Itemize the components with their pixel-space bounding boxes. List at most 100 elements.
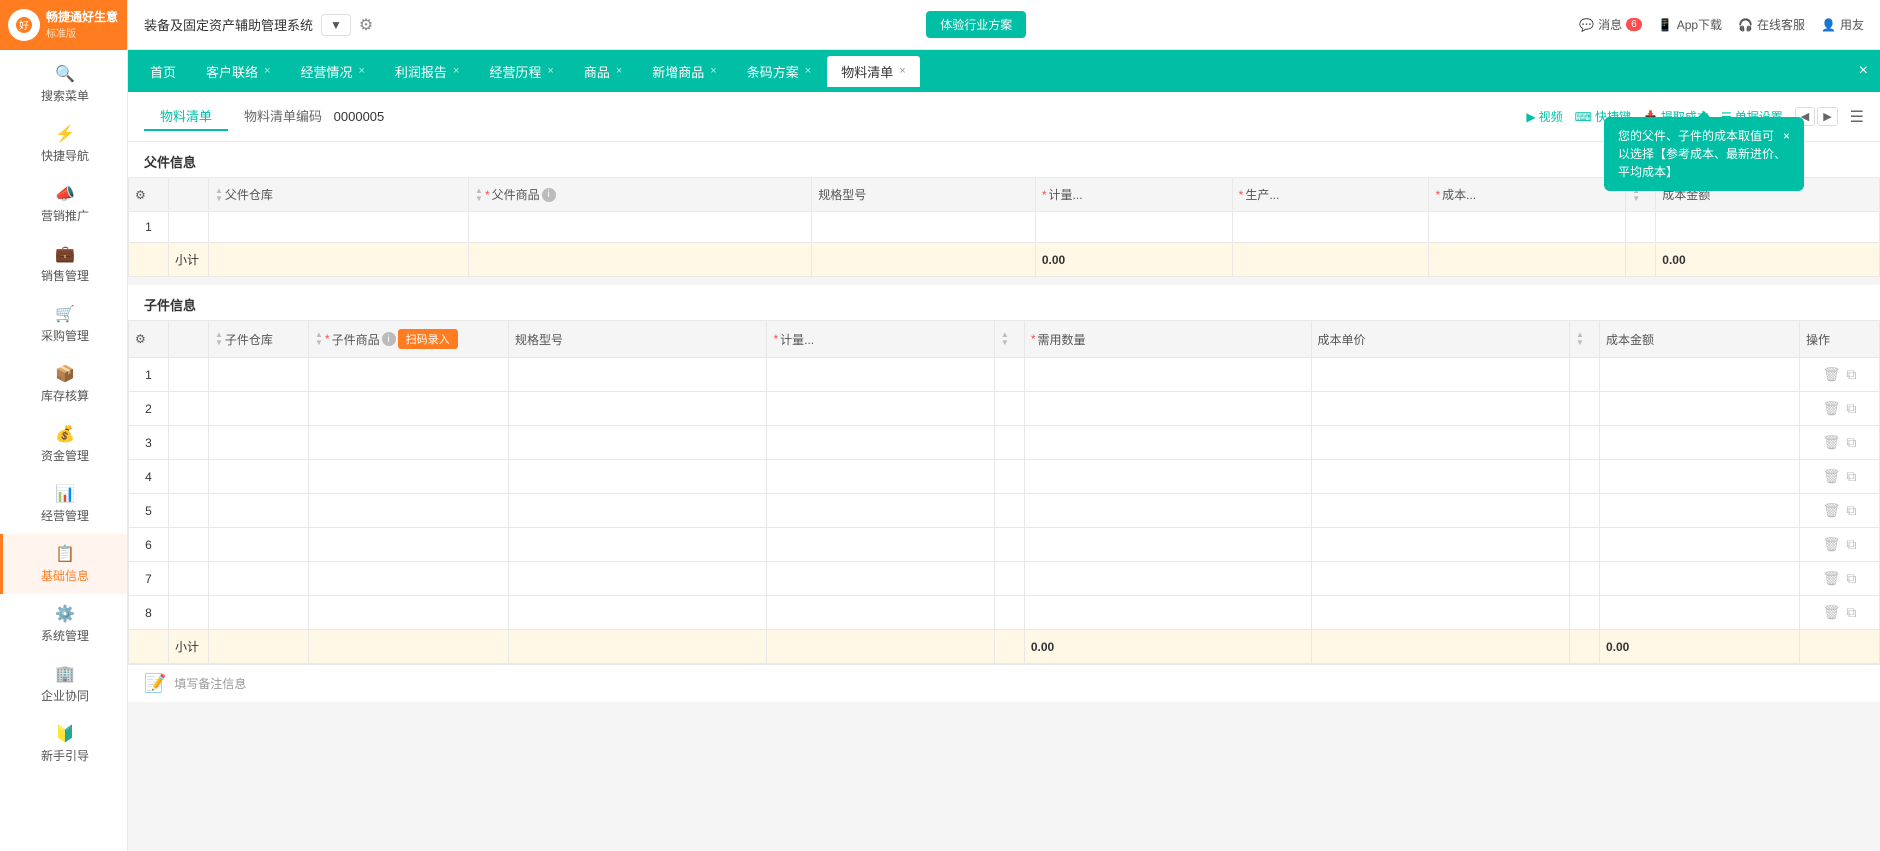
- child-row-6-unit[interactable]: [767, 528, 994, 562]
- child-row-3-unit-cost[interactable]: [1311, 426, 1569, 460]
- sidebar-item-system[interactable]: ⚙️ 系统管理: [0, 594, 127, 654]
- delete-icon-2[interactable]: 🗑: [1823, 400, 1841, 417]
- tab-products[interactable]: 商品 ×: [570, 56, 636, 87]
- parent-row-1-spec[interactable]: [812, 212, 1036, 243]
- sidebar-item-sales[interactable]: 💼 销售管理: [0, 234, 127, 294]
- child-row-6-product[interactable]: [309, 528, 509, 562]
- child-row-6-spec[interactable]: [509, 528, 767, 562]
- tab-new-products[interactable]: 新增商品 ×: [638, 56, 730, 87]
- delete-icon-6[interactable]: 🗑: [1823, 536, 1841, 553]
- child-row-8-unit[interactable]: [767, 596, 994, 630]
- child-row-2-unit[interactable]: [767, 392, 994, 426]
- tab-history-close[interactable]: ×: [547, 65, 553, 77]
- child-row-8-qty[interactable]: [1024, 596, 1311, 630]
- child-gear-icon[interactable]: ⚙: [135, 332, 146, 346]
- message-item[interactable]: 💬 消息 6: [1579, 16, 1642, 33]
- child-row-3-warehouse[interactable]: [209, 426, 309, 460]
- sidebar-item-basic-info[interactable]: 📋 基础信息: [0, 534, 127, 594]
- scan-button[interactable]: 扫码录入: [398, 329, 458, 349]
- sidebar-item-guide[interactable]: 🔰 新手引导: [0, 714, 127, 774]
- tab-products-close[interactable]: ×: [616, 65, 622, 77]
- child-row-4-qty[interactable]: [1024, 460, 1311, 494]
- online-service-item[interactable]: 🎧 在线客服: [1738, 16, 1805, 33]
- sidebar-item-operations[interactable]: 📊 经营管理: [0, 474, 127, 534]
- sidebar-item-inventory[interactable]: 📦 库存核算: [0, 354, 127, 414]
- tab-profit-close[interactable]: ×: [453, 65, 459, 77]
- system-select[interactable]: ▼: [321, 14, 351, 36]
- sidebar-item-search[interactable]: 🔍 搜索菜单: [0, 54, 127, 114]
- delete-icon-3[interactable]: 🗑: [1823, 434, 1841, 451]
- tab-bom[interactable]: 物料清单 ×: [827, 56, 919, 87]
- child-row-8-spec[interactable]: [509, 596, 767, 630]
- child-row-5-spec[interactable]: [509, 494, 767, 528]
- tab-barcode[interactable]: 条码方案 ×: [733, 56, 825, 87]
- delete-icon-8[interactable]: 🗑: [1823, 604, 1841, 621]
- tab-new-products-close[interactable]: ×: [710, 65, 716, 77]
- child-row-1-product[interactable]: [309, 358, 509, 392]
- copy-icon-7[interactable]: ⧉: [1846, 570, 1856, 587]
- gear-icon[interactable]: ⚙: [359, 15, 373, 35]
- child-row-6-qty[interactable]: [1024, 528, 1311, 562]
- child-row-3-spec[interactable]: [509, 426, 767, 460]
- delete-icon-1[interactable]: 🗑: [1823, 366, 1841, 383]
- list-view-icon[interactable]: ☰: [1850, 107, 1864, 127]
- parent-row-1-unit[interactable]: [1035, 212, 1232, 243]
- child-row-6-warehouse[interactable]: [209, 528, 309, 562]
- delete-icon-7[interactable]: 🗑: [1823, 570, 1841, 587]
- child-row-1-unit[interactable]: [767, 358, 994, 392]
- child-row-2-spec[interactable]: [509, 392, 767, 426]
- child-row-7-warehouse[interactable]: [209, 562, 309, 596]
- tab-customers-close[interactable]: ×: [264, 65, 270, 77]
- tab-operations-close[interactable]: ×: [358, 65, 364, 77]
- parent-row-1-cost[interactable]: [1429, 212, 1626, 243]
- child-row-6-unit-cost[interactable]: [1311, 528, 1569, 562]
- child-row-4-unit[interactable]: [767, 460, 994, 494]
- parent-row-1-product[interactable]: [469, 212, 812, 243]
- app-download-item[interactable]: 📱 App下载: [1658, 16, 1722, 33]
- sidebar-item-quick-nav[interactable]: ⚡ 快捷导航: [0, 114, 127, 174]
- child-row-2-qty[interactable]: [1024, 392, 1311, 426]
- child-row-2-warehouse[interactable]: [209, 392, 309, 426]
- child-row-4-spec[interactable]: [509, 460, 767, 494]
- child-row-7-spec[interactable]: [509, 562, 767, 596]
- tab-history[interactable]: 经营历程 ×: [475, 56, 567, 87]
- tab-customers[interactable]: 客户联络 ×: [192, 56, 284, 87]
- child-row-8-unit-cost[interactable]: [1311, 596, 1569, 630]
- parent-row-1-production[interactable]: [1232, 212, 1429, 243]
- child-row-3-product[interactable]: [309, 426, 509, 460]
- child-row-5-qty[interactable]: [1024, 494, 1311, 528]
- child-row-4-product[interactable]: [309, 460, 509, 494]
- tab-profit[interactable]: 利润报告 ×: [381, 56, 473, 87]
- child-row-2-product[interactable]: [309, 392, 509, 426]
- tab-bom-close[interactable]: ×: [899, 65, 905, 77]
- child-row-3-unit[interactable]: [767, 426, 994, 460]
- child-row-4-unit-cost[interactable]: [1311, 460, 1569, 494]
- nav-next[interactable]: ▶: [1817, 107, 1837, 126]
- child-product-info[interactable]: i: [382, 332, 396, 346]
- child-row-2-unit-cost[interactable]: [1311, 392, 1569, 426]
- child-row-1-spec[interactable]: [509, 358, 767, 392]
- toolbar-view[interactable]: ▶ 视频: [1526, 108, 1562, 125]
- tab-home[interactable]: 首页: [136, 56, 190, 87]
- sidebar-item-finance[interactable]: 💰 资金管理: [0, 414, 127, 474]
- child-row-7-qty[interactable]: [1024, 562, 1311, 596]
- copy-icon-8[interactable]: ⧉: [1846, 604, 1856, 621]
- copy-icon-3[interactable]: ⧉: [1846, 434, 1856, 451]
- trial-button[interactable]: 体验行业方案: [926, 11, 1026, 38]
- copy-icon-4[interactable]: ⧉: [1846, 468, 1856, 485]
- child-row-7-unit-cost[interactable]: [1311, 562, 1569, 596]
- sidebar-item-purchase[interactable]: 🛒 采购管理: [0, 294, 127, 354]
- copy-icon-2[interactable]: ⧉: [1846, 400, 1856, 417]
- copy-icon-1[interactable]: ⧉: [1846, 366, 1856, 383]
- nav-close-all[interactable]: ×: [1855, 58, 1872, 84]
- tab-operations[interactable]: 经营情况 ×: [286, 56, 378, 87]
- copy-icon-6[interactable]: ⧉: [1846, 536, 1856, 553]
- sidebar-item-marketing[interactable]: 📣 营销推广: [0, 174, 127, 234]
- child-row-1-qty[interactable]: [1024, 358, 1311, 392]
- child-row-5-warehouse[interactable]: [209, 494, 309, 528]
- tab-barcode-close[interactable]: ×: [805, 65, 811, 77]
- tooltip-close[interactable]: ×: [1783, 127, 1790, 145]
- child-row-1-warehouse[interactable]: [209, 358, 309, 392]
- child-row-8-product[interactable]: [309, 596, 509, 630]
- copy-icon-5[interactable]: ⧉: [1846, 502, 1856, 519]
